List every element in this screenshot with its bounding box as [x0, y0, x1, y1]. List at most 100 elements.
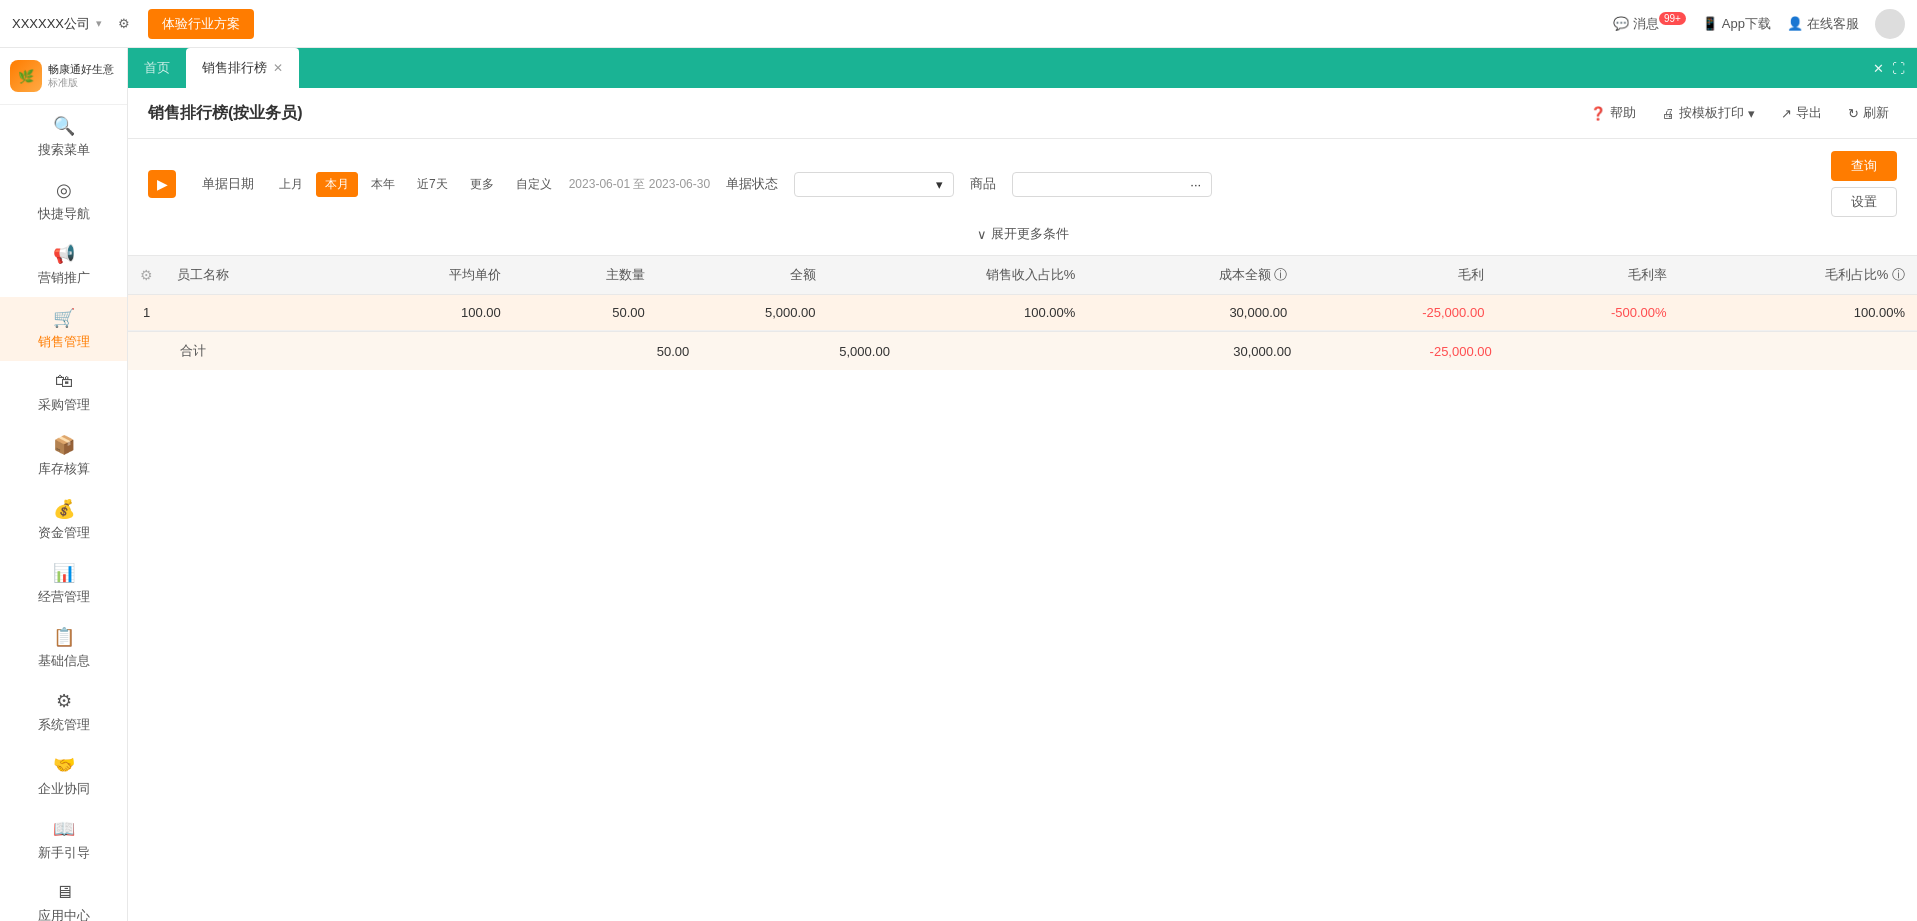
company-selector[interactable]: XXXXXX公司 ▾ [12, 15, 102, 33]
sidebar-item-marketing[interactable]: 📢 营销推广 [0, 233, 127, 297]
tab-sales-ranking[interactable]: 销售排行榜 ✕ [186, 48, 299, 88]
cell-revenue-pct: 100.00% [828, 295, 1088, 331]
goods-filter-label: 商品 [970, 175, 996, 193]
top-right-actions: 💬 消息 99+ 📱 App下载 👤 在线客服 [1613, 9, 1905, 39]
table-body: 1 100.00 50.00 5,000.00 100.00% 30,000.0… [128, 295, 1917, 331]
export-button[interactable]: ↗ 导出 [1773, 100, 1830, 126]
footer-gross-pct [1704, 344, 1905, 359]
column-settings-icon[interactable]: ⚙ [140, 267, 153, 283]
sidebar: 🌿 畅康通好生意 标准版 🔍 搜索菜单 ◎ 快捷导航 📢 营销推广 🛒 销售管理… [0, 48, 128, 921]
footer-avg-price [300, 344, 501, 359]
cell-rank: 1 [128, 295, 165, 331]
sidebar-item-sales[interactable]: 🛒 销售管理 [0, 297, 127, 361]
guide-icon: 📖 [53, 818, 75, 840]
page-title: 销售排行榜(按业务员) [148, 103, 303, 124]
cell-qty: 50.00 [513, 295, 657, 331]
tab-home[interactable]: 首页 [128, 48, 186, 88]
sidebar-item-inventory[interactable]: 📦 库存核算 [0, 424, 127, 488]
expand-icon: ∨ [977, 227, 987, 242]
date-btn-custom[interactable]: 自定义 [507, 172, 561, 197]
cell-amount: 5,000.00 [657, 295, 828, 331]
content-area: 首页 销售排行榜 ✕ ✕ ⛶ 销售排行榜(按业务员) ❓ 帮助 [128, 48, 1917, 921]
sidebar-item-quick[interactable]: ◎ 快捷导航 [0, 169, 127, 233]
date-filter-label: 单据日期 [202, 175, 254, 193]
export-label: 导出 [1796, 104, 1822, 122]
sidebar-item-collab[interactable]: 🤝 企业协同 [0, 744, 127, 808]
logo-text: 畅康通好生意 [48, 62, 114, 76]
cell-employee-name [165, 295, 339, 331]
sidebar-label-finance: 资金管理 [38, 524, 90, 542]
data-table: ⚙ 员工名称 平均单价 主数量 全额 销售收入占比% 成本全额 ⓘ 毛利 毛利率… [128, 256, 1917, 331]
col-employee-name: 员工名称 [165, 256, 339, 295]
message-button[interactable]: 💬 消息 99+ [1613, 15, 1686, 33]
sidebar-item-apps[interactable]: 🖥 应用中心 [0, 872, 127, 921]
sidebar-label-operations: 经营管理 [38, 588, 90, 606]
date-range-display: 2023-06-01 至 2023-06-30 [569, 176, 710, 193]
table-row: 1 100.00 50.00 5,000.00 100.00% 30,000.0… [128, 295, 1917, 331]
app-download-label: App下载 [1722, 15, 1771, 33]
sidebar-label-search: 搜索菜单 [38, 141, 90, 159]
tab-maximize-icon[interactable]: ⛶ [1892, 61, 1905, 76]
help-icon: ❓ [1590, 106, 1606, 121]
col-gross-pct: 毛利占比% ⓘ [1679, 256, 1917, 295]
help-button[interactable]: ❓ 帮助 [1582, 100, 1644, 126]
tab-bar: 首页 销售排行榜 ✕ ✕ ⛶ [128, 48, 1917, 88]
sidebar-label-inventory: 库存核算 [38, 460, 90, 478]
online-service-label: 在线客服 [1807, 15, 1859, 33]
sidebar-label-collab: 企业协同 [38, 780, 90, 798]
sidebar-label-apps: 应用中心 [38, 907, 90, 921]
status-select[interactable]: ▾ [794, 172, 954, 197]
service-icon: 👤 [1787, 16, 1803, 31]
table-area: ⚙ 员工名称 平均单价 主数量 全额 销售收入占比% 成本全额 ⓘ 毛利 毛利率… [128, 256, 1917, 921]
date-btn-prev-month[interactable]: 上月 [270, 172, 312, 197]
message-badge: 99+ [1659, 12, 1686, 25]
query-button[interactable]: 查询 [1831, 151, 1897, 181]
tab-sales-label: 销售排行榜 [202, 59, 267, 77]
avatar[interactable] [1875, 9, 1905, 39]
col-gross-rate: 毛利率 [1496, 256, 1678, 295]
date-btn-7days[interactable]: 近7天 [408, 172, 457, 197]
col-amount: 全额 [657, 256, 828, 295]
tab-close-window-icon[interactable]: ✕ [1873, 61, 1884, 76]
collapse-filter-icon[interactable]: ▶ [148, 170, 176, 198]
message-label: 消息 [1633, 15, 1659, 33]
quick-icon: ◎ [56, 179, 72, 201]
goods-select[interactable]: ··· [1012, 172, 1212, 197]
sidebar-item-search[interactable]: 🔍 搜索菜单 [0, 105, 127, 169]
refresh-button[interactable]: ↻ 刷新 [1840, 100, 1897, 126]
sidebar-label-system: 系统管理 [38, 716, 90, 734]
online-service-button[interactable]: 👤 在线客服 [1787, 15, 1859, 33]
date-btn-cur-year[interactable]: 本年 [362, 172, 404, 197]
status-dropdown-icon: ▾ [936, 177, 943, 192]
col-gross: 毛利 [1299, 256, 1496, 295]
page-content: 销售排行榜(按业务员) ❓ 帮助 🖨 按模板打印 ▾ ↗ 导出 [128, 88, 1917, 921]
sidebar-label-quick: 快捷导航 [38, 205, 90, 223]
print-button[interactable]: 🖨 按模板打印 ▾ [1654, 100, 1763, 126]
sidebar-label-purchase: 采购管理 [38, 396, 90, 414]
date-btn-more[interactable]: 更多 [461, 172, 503, 197]
sidebar-item-guide[interactable]: 📖 新手引导 [0, 808, 127, 872]
footer-amount: 5,000.00 [701, 344, 902, 359]
footer-gross: -25,000.00 [1303, 344, 1504, 359]
app-logo[interactable]: 🌿 畅康通好生意 标准版 [0, 48, 127, 105]
tab-close-icon[interactable]: ✕ [273, 61, 283, 75]
date-btn-cur-month[interactable]: 本月 [316, 172, 358, 197]
sidebar-label-guide: 新手引导 [38, 844, 90, 862]
trial-button[interactable]: 体验行业方案 [148, 9, 254, 39]
date-buttons: 上月 本月 本年 近7天 更多 自定义 2023-06-01 至 2023-06… [270, 172, 710, 197]
col-qty: 主数量 [513, 256, 657, 295]
sidebar-item-system[interactable]: ⚙ 系统管理 [0, 680, 127, 744]
settings-icon[interactable]: ⚙ [110, 10, 138, 38]
table-header: ⚙ 员工名称 平均单价 主数量 全额 销售收入占比% 成本全额 ⓘ 毛利 毛利率… [128, 256, 1917, 295]
inventory-icon: 📦 [53, 434, 75, 456]
table-settings-button[interactable]: 设置 [1831, 187, 1897, 217]
sidebar-item-basic[interactable]: 📋 基础信息 [0, 616, 127, 680]
print-label: 按模板打印 [1679, 104, 1744, 122]
footer-cells: 50.00 5,000.00 30,000.00 -25,000.00 [300, 344, 1905, 359]
sidebar-item-finance[interactable]: 💰 资金管理 [0, 488, 127, 552]
sidebar-item-purchase[interactable]: 🛍 采购管理 [0, 361, 127, 424]
app-download-button[interactable]: 📱 App下载 [1702, 15, 1771, 33]
expand-more-button[interactable]: ∨ 展开更多条件 [977, 225, 1069, 243]
sidebar-label-basic: 基础信息 [38, 652, 90, 670]
sidebar-item-operations[interactable]: 📊 经营管理 [0, 552, 127, 616]
